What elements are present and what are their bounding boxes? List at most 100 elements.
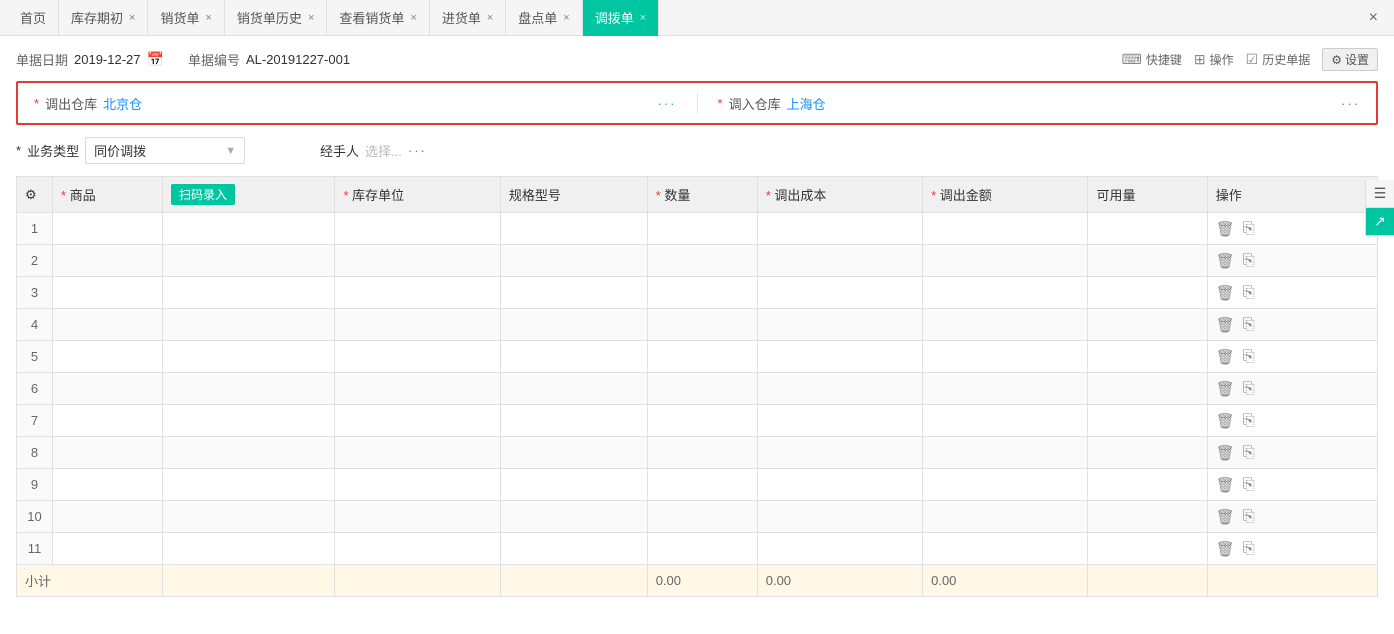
cell-cost[interactable] bbox=[757, 341, 922, 373]
delete-icon[interactable]: 🗑 bbox=[1216, 252, 1235, 270]
delete-icon[interactable]: 🗑 bbox=[1216, 476, 1235, 494]
biz-type-select[interactable]: 同价调拨 ▼ bbox=[85, 137, 245, 164]
cell-available[interactable] bbox=[1088, 533, 1207, 565]
in-warehouse-more[interactable]: ··· bbox=[1341, 96, 1360, 111]
cell-spec[interactable] bbox=[500, 373, 647, 405]
cell-cost[interactable] bbox=[757, 469, 922, 501]
cell-qty[interactable] bbox=[647, 405, 757, 437]
cell-spec[interactable] bbox=[500, 469, 647, 501]
copy-icon[interactable]: ⎘ bbox=[1243, 476, 1255, 493]
cell-scan[interactable] bbox=[163, 213, 335, 245]
sidebar-doc-icon[interactable]: ☰ bbox=[1366, 180, 1394, 208]
cell-qty[interactable] bbox=[647, 245, 757, 277]
tab-sales-order-close[interactable]: × bbox=[205, 12, 211, 24]
operations-button[interactable]: ⊞ 操作 bbox=[1194, 51, 1234, 68]
out-warehouse-more[interactable]: ··· bbox=[658, 96, 677, 111]
tab-inventory-init-close[interactable]: × bbox=[129, 12, 135, 24]
cell-unit[interactable] bbox=[335, 309, 500, 341]
cell-available[interactable] bbox=[1088, 373, 1207, 405]
col-settings[interactable]: ⚙ bbox=[17, 177, 53, 213]
cell-unit[interactable] bbox=[335, 405, 500, 437]
cell-qty[interactable] bbox=[647, 277, 757, 309]
cell-scan[interactable] bbox=[163, 405, 335, 437]
cell-spec[interactable] bbox=[500, 405, 647, 437]
tab-purchase-close[interactable]: × bbox=[487, 12, 493, 24]
global-close-button[interactable]: × bbox=[1361, 9, 1386, 27]
cell-unit[interactable] bbox=[335, 213, 500, 245]
copy-icon[interactable]: ⎘ bbox=[1243, 348, 1255, 365]
cell-qty[interactable] bbox=[647, 469, 757, 501]
cell-product[interactable] bbox=[53, 213, 163, 245]
cell-unit[interactable] bbox=[335, 373, 500, 405]
tab-sales-history[interactable]: 销货单历史 × bbox=[225, 0, 327, 36]
tab-inventory-check-close[interactable]: × bbox=[563, 12, 569, 24]
cell-available[interactable] bbox=[1088, 501, 1207, 533]
cell-spec[interactable] bbox=[500, 533, 647, 565]
copy-icon[interactable]: ⎘ bbox=[1243, 444, 1255, 461]
delete-icon[interactable]: 🗑 bbox=[1216, 348, 1235, 366]
cell-available[interactable] bbox=[1088, 469, 1207, 501]
cell-product[interactable] bbox=[53, 533, 163, 565]
cell-cost[interactable] bbox=[757, 533, 922, 565]
cell-unit[interactable] bbox=[335, 533, 500, 565]
settings-button[interactable]: ⚙ 设置 bbox=[1322, 48, 1378, 71]
cell-qty[interactable] bbox=[647, 437, 757, 469]
cell-cost[interactable] bbox=[757, 213, 922, 245]
cell-qty[interactable] bbox=[647, 341, 757, 373]
out-warehouse-value[interactable]: 北京仓 bbox=[103, 94, 142, 113]
cell-available[interactable] bbox=[1088, 277, 1207, 309]
cell-qty[interactable] bbox=[647, 533, 757, 565]
cell-product[interactable] bbox=[53, 437, 163, 469]
cell-product[interactable] bbox=[53, 469, 163, 501]
cell-scan[interactable] bbox=[163, 309, 335, 341]
cell-spec[interactable] bbox=[500, 309, 647, 341]
copy-icon[interactable]: ⎘ bbox=[1243, 284, 1255, 301]
calendar-icon[interactable]: 📅 bbox=[147, 51, 164, 68]
delete-icon[interactable]: 🗑 bbox=[1216, 444, 1235, 462]
shortcuts-button[interactable]: ⌨ 快捷键 bbox=[1122, 51, 1182, 68]
cell-unit[interactable] bbox=[335, 245, 500, 277]
cell-spec[interactable] bbox=[500, 501, 647, 533]
cell-amount[interactable] bbox=[923, 309, 1088, 341]
cell-amount[interactable] bbox=[923, 437, 1088, 469]
cell-scan[interactable] bbox=[163, 245, 335, 277]
delete-icon[interactable]: 🗑 bbox=[1216, 220, 1235, 238]
cell-scan[interactable] bbox=[163, 469, 335, 501]
cell-qty[interactable] bbox=[647, 373, 757, 405]
tab-inventory-init[interactable]: 库存期初 × bbox=[59, 0, 148, 36]
cell-product[interactable] bbox=[53, 501, 163, 533]
cell-unit[interactable] bbox=[335, 469, 500, 501]
delete-icon[interactable]: 🗑 bbox=[1216, 412, 1235, 430]
cell-available[interactable] bbox=[1088, 405, 1207, 437]
cell-product[interactable] bbox=[53, 309, 163, 341]
copy-icon[interactable]: ⎘ bbox=[1243, 380, 1255, 397]
cell-spec[interactable] bbox=[500, 245, 647, 277]
cell-available[interactable] bbox=[1088, 341, 1207, 373]
cell-amount[interactable] bbox=[923, 533, 1088, 565]
tab-inventory-check[interactable]: 盘点单 × bbox=[506, 0, 582, 36]
cell-scan[interactable] bbox=[163, 533, 335, 565]
history-button[interactable]: ☑ 历史单据 bbox=[1246, 51, 1311, 68]
cell-unit[interactable] bbox=[335, 501, 500, 533]
cell-unit[interactable] bbox=[335, 437, 500, 469]
delete-icon[interactable]: 🗑 bbox=[1216, 508, 1235, 526]
delete-icon[interactable]: 🗑 bbox=[1216, 540, 1235, 558]
cell-cost[interactable] bbox=[757, 405, 922, 437]
copy-icon[interactable]: ⎘ bbox=[1243, 412, 1255, 429]
copy-icon[interactable]: ⎘ bbox=[1243, 316, 1255, 333]
tab-transfer-close[interactable]: × bbox=[640, 12, 646, 24]
cell-unit[interactable] bbox=[335, 277, 500, 309]
cell-scan[interactable] bbox=[163, 373, 335, 405]
cell-spec[interactable] bbox=[500, 341, 647, 373]
tab-home[interactable]: 首页 bbox=[8, 0, 59, 36]
cell-spec[interactable] bbox=[500, 437, 647, 469]
cell-amount[interactable] bbox=[923, 341, 1088, 373]
cell-cost[interactable] bbox=[757, 373, 922, 405]
cell-product[interactable] bbox=[53, 245, 163, 277]
handler-more[interactable]: ··· bbox=[408, 143, 427, 158]
cell-product[interactable] bbox=[53, 277, 163, 309]
cell-available[interactable] bbox=[1088, 213, 1207, 245]
copy-icon[interactable]: ⎘ bbox=[1243, 252, 1255, 269]
delete-icon[interactable]: 🗑 bbox=[1216, 284, 1235, 302]
handler-select[interactable]: 选择... bbox=[365, 141, 402, 160]
